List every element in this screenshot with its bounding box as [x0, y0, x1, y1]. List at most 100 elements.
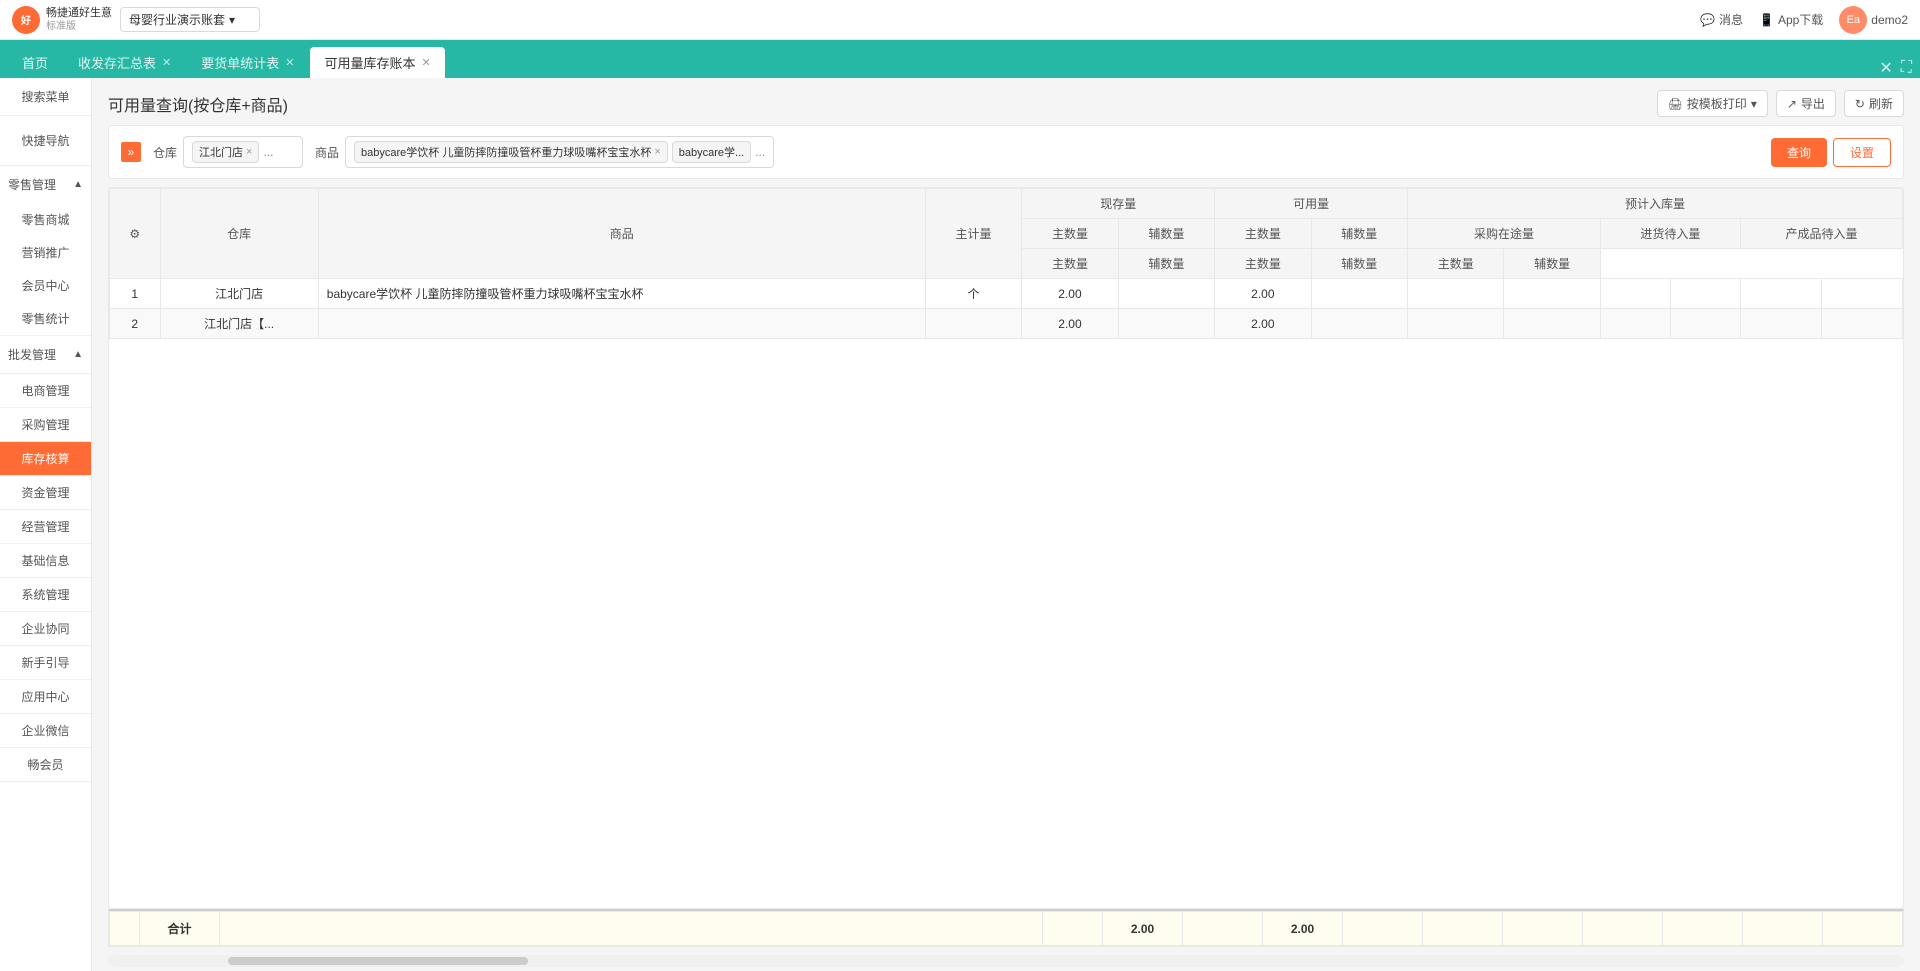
cell-stock-aux — [1118, 309, 1214, 339]
close-tab-available-stock[interactable]: ✕ — [422, 56, 431, 69]
settings-button[interactable]: 设置 — [1833, 138, 1891, 167]
logo-text: 畅捷通好生意 标准版 — [46, 6, 112, 33]
warehouse-label: 仓库 — [153, 144, 177, 161]
expand-window-button[interactable]: ⛶ — [1901, 59, 1912, 77]
refresh-icon: ↻ — [1855, 97, 1865, 111]
footer-stock-main: 2.00 — [1103, 912, 1183, 946]
sidebar-section-retail-header[interactable]: 零售管理 ▲ — [0, 166, 91, 203]
top-bar-left: 好 畅捷通好生意 标准版 母婴行业演示账套 ▾ — [12, 6, 260, 34]
sidebar-section-apps: 应用中心 — [0, 680, 91, 714]
top-bar: 好 畅捷通好生意 标准版 母婴行业演示账套 ▾ 💬 消息 📱 App下载 Ea … — [0, 0, 1920, 40]
footer-purchase-transit-main — [1423, 912, 1503, 946]
tab-available-stock[interactable]: 可用量库存账本 ✕ — [310, 47, 444, 78]
close-all-tabs-button[interactable]: ✕ — [1879, 58, 1892, 78]
filter-expand-button[interactable]: » — [121, 142, 141, 162]
warehouse-more[interactable]: ... — [263, 145, 273, 159]
sidebar-item-retail-mall[interactable]: 零售商城 — [0, 203, 91, 236]
col-stock-main: 主数量 — [1022, 219, 1118, 249]
sidebar-section-guide: 新手引导 — [0, 646, 91, 680]
sidebar-section-purchase: 采购管理 — [0, 408, 91, 442]
table-row: 1 江北门店 babycare学饮杯 儿童防摔防撞吸管杯重力球吸嘴杯宝宝水杯 个… — [110, 279, 1903, 309]
user-profile[interactable]: Ea demo2 — [1839, 6, 1908, 34]
sidebar-item-apps[interactable]: 应用中心 — [0, 680, 91, 713]
sidebar-item-wechat[interactable]: 企业微信 — [0, 714, 91, 747]
cell-inbound-pending-main — [1600, 309, 1670, 339]
cell-product — [318, 309, 925, 339]
chevron-down-icon: ▲ — [73, 349, 83, 360]
col-unit: 主计量 — [925, 189, 1021, 279]
cell-warehouse: 江北门店【... — [160, 309, 318, 339]
col-finished-pending-main: 主数量 — [1408, 249, 1504, 279]
sidebar-item-inventory[interactable]: 库存核算 — [0, 442, 91, 475]
col-forecast-inbound: 预计入库量 — [1408, 189, 1903, 219]
remove-product-tag[interactable]: × — [654, 146, 660, 158]
footer-inbound-main — [1583, 912, 1663, 946]
cell-no: 1 — [110, 279, 161, 309]
sidebar-item-finance[interactable]: 资金管理 — [0, 476, 91, 509]
filter-warehouse-group: 仓库 江北门店 × ... — [153, 136, 303, 168]
sidebar-item-system[interactable]: 系统管理 — [0, 578, 91, 611]
cell-no: 2 — [110, 309, 161, 339]
close-tab-order-stats[interactable]: ✕ — [285, 56, 294, 69]
app-download-button[interactable]: 📱 App下载 — [1759, 11, 1823, 28]
footer-stock-aux — [1183, 912, 1263, 946]
footer-finished-aux — [1823, 912, 1903, 946]
sidebar-section-wechat: 企业微信 — [0, 714, 91, 748]
sidebar-item-enterprise[interactable]: 企业协同 — [0, 612, 91, 645]
print-icon: 🖨 — [1668, 97, 1683, 111]
message-button[interactable]: 💬 消息 — [1700, 11, 1743, 28]
sidebar-item-retail-stats[interactable]: 零售统计 — [0, 302, 91, 335]
tab-home[interactable]: 首页 — [8, 47, 62, 78]
sidebar-item-purchase[interactable]: 采购管理 — [0, 408, 91, 441]
product-more[interactable]: ... — [755, 145, 765, 159]
export-button[interactable]: ↗ 导出 — [1776, 90, 1836, 117]
col-settings[interactable]: ⚙ — [110, 189, 161, 279]
sidebar-section-wholesale-header[interactable]: 批发管理 ▲ — [0, 336, 91, 373]
close-tab-receivable[interactable]: ✕ — [162, 56, 171, 69]
remove-warehouse-tag[interactable]: × — [246, 146, 252, 158]
chevron-down-icon: ▾ — [1751, 97, 1757, 111]
industry-select[interactable]: 母婴行业演示账套 ▾ — [120, 7, 260, 32]
sidebar-section-vip: 畅会员 — [0, 748, 91, 782]
sidebar-item-members[interactable]: 会员中心 — [0, 269, 91, 302]
sidebar-item-marketing[interactable]: 营销推广 — [0, 236, 91, 269]
sidebar-item-vip[interactable]: 畅会员 — [0, 748, 91, 781]
tab-receivable[interactable]: 收发存汇总表 ✕ — [64, 47, 185, 78]
refresh-button[interactable]: ↻ 刷新 — [1844, 90, 1904, 117]
cell-purchase-transit-aux — [1504, 309, 1600, 339]
cell-finished-pending-main — [1740, 279, 1821, 309]
sidebar-section-inventory: 库存核算 — [0, 442, 91, 476]
footer-label: 合计 — [140, 912, 220, 946]
sidebar-item-ecommerce[interactable]: 电商管理 — [0, 374, 91, 407]
sidebar-section-system: 系统管理 — [0, 578, 91, 612]
sidebar-quick-nav: 快捷导航 — [0, 116, 91, 166]
sidebar: 搜索菜单 快捷导航 零售管理 ▲ 零售商城 营销推广 会员中心 零售统计 批发管… — [0, 78, 92, 971]
filter-actions: 查询 设置 — [1771, 138, 1891, 167]
warehouse-input[interactable]: 江北门店 × ... — [183, 136, 303, 168]
product-label: 商品 — [315, 144, 339, 161]
cell-product: babycare学饮杯 儿童防摔防撞吸管杯重力球吸嘴杯宝宝水杯 — [318, 279, 925, 309]
cell-inbound-pending-aux — [1670, 309, 1740, 339]
product-input[interactable]: babycare学饮杯 儿童防摔防撞吸管杯重力球吸嘴杯宝宝水杯 × babyca… — [345, 136, 774, 168]
horizontal-scrollbar[interactable] — [108, 955, 1904, 967]
col-product: 商品 — [318, 189, 925, 279]
col-purchase-transit: 采购在途量 — [1408, 219, 1601, 249]
sidebar-search[interactable]: 搜索菜单 — [0, 78, 91, 116]
content-area: 可用量查询(按仓库+商品) 🖨 按模板打印 ▾ ↗ 导出 ↻ 刷新 — [92, 78, 1920, 971]
sidebar-item-operations[interactable]: 经营管理 — [0, 510, 91, 543]
query-button[interactable]: 查询 — [1771, 138, 1827, 167]
nav-tabs-right: ✕ ⛶ — [1879, 58, 1912, 78]
scrollbar-thumb[interactable] — [228, 957, 528, 965]
sidebar-item-basic[interactable]: 基础信息 — [0, 544, 91, 577]
sidebar-item-guide[interactable]: 新手引导 — [0, 646, 91, 679]
table-container: ⚙ 仓库 商品 主计量 现存量 可用量 预计入库量 主数量 辅数量 主数量 辅数… — [108, 187, 1904, 909]
tab-order-stats[interactable]: 要货单统计表 ✕ — [187, 47, 308, 78]
cell-available-aux — [1311, 309, 1407, 339]
cell-available-aux — [1311, 279, 1407, 309]
product-tag: babycare学饮杯 儿童防摔防撞吸管杯重力球吸嘴杯宝宝水杯 × — [354, 141, 668, 163]
template-print-button[interactable]: 🖨 按模板打印 ▾ — [1657, 90, 1768, 117]
sidebar-item-quick-nav[interactable]: 快捷导航 — [0, 124, 91, 157]
sidebar-section-enterprise: 企业协同 — [0, 612, 91, 646]
cell-inbound-pending-aux — [1670, 279, 1740, 309]
table-header-row-1: ⚙ 仓库 商品 主计量 现存量 可用量 预计入库量 — [110, 189, 1903, 219]
